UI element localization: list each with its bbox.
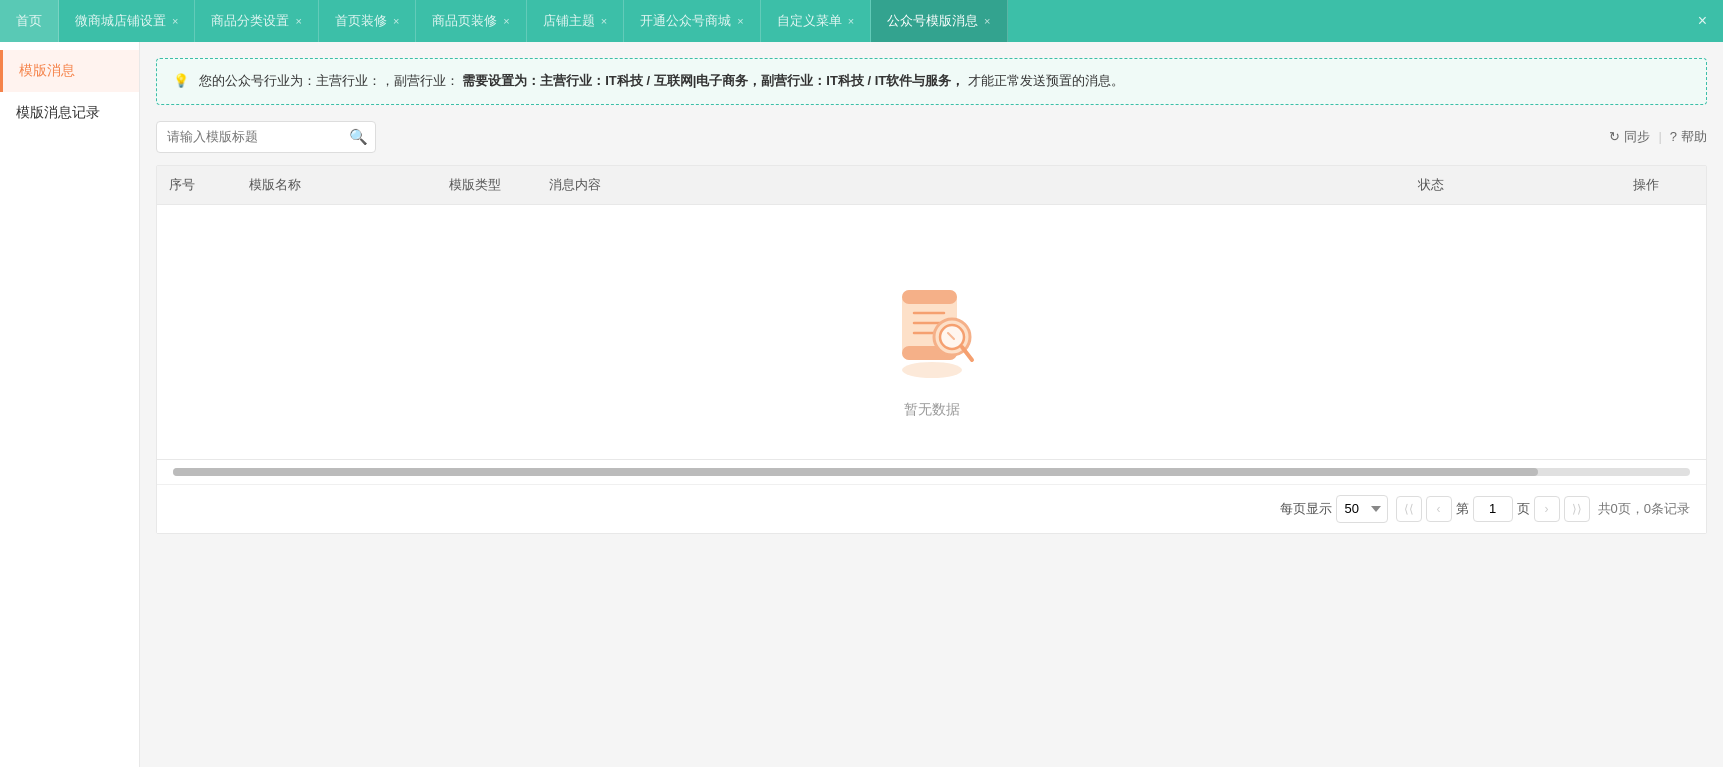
close-template-message-icon[interactable]: × (984, 15, 990, 27)
sync-icon: ↻ (1609, 129, 1620, 144)
notice-suffix-text: 才能正常发送预置的消息。 (968, 73, 1124, 88)
nav-tab-store-theme-label: 店铺主题 (543, 12, 595, 30)
nav-tab-product-decor[interactable]: 商品页装修 × (416, 0, 526, 42)
content-area: 💡 您的公众号行业为：主营行业：，副营行业： 需要设置为：主营行业：IT科技 /… (140, 42, 1723, 767)
th-status: 状态 (1406, 166, 1586, 204)
close-shop-settings-icon[interactable]: × (172, 15, 178, 27)
page-suffix-label: 页 (1517, 500, 1530, 518)
th-type: 模版类型 (437, 166, 537, 204)
close-category-settings-icon[interactable]: × (295, 15, 301, 27)
notice-highlight-text: 需要设置为：主营行业：IT科技 / 互联网|电子商务，副营行业：IT科技 / I… (462, 73, 964, 88)
divider: | (1658, 129, 1661, 144)
nav-tab-open-mall-label: 开通公众号商城 (640, 12, 731, 30)
prev-page-button[interactable]: ‹ (1426, 496, 1452, 522)
nav-tab-template-message-label: 公众号模版消息 (887, 12, 978, 30)
close-open-mall-icon[interactable]: × (737, 15, 743, 27)
notice-box: 💡 您的公众号行业为：主营行业：，副营行业： 需要设置为：主营行业：IT科技 /… (156, 58, 1707, 105)
sync-label: 同步 (1624, 128, 1650, 146)
nav-tab-open-mall[interactable]: 开通公众号商城 × (624, 0, 760, 42)
main-layout: 模版消息 模版消息记录 💡 您的公众号行业为：主营行业：，副营行业： 需要设置为… (0, 42, 1723, 767)
close-custom-menu-icon[interactable]: × (848, 15, 854, 27)
svg-point-0 (902, 362, 962, 378)
nav-tab-custom-menu-label: 自定义菜单 (777, 12, 842, 30)
search-input[interactable] (156, 121, 376, 153)
sidebar-item-template-message-log-label: 模版消息记录 (16, 104, 100, 120)
help-icon: ? (1670, 129, 1677, 144)
nav-tab-template-message[interactable]: 公众号模版消息 × (871, 0, 1007, 42)
nav-tab-home[interactable]: 首页 (0, 0, 59, 42)
close-product-decor-icon[interactable]: × (503, 15, 509, 27)
data-table: 序号 模版名称 模版类型 消息内容 状态 操作 (156, 165, 1707, 534)
page-size-dropdown[interactable]: 50 10 20 100 (1336, 495, 1388, 523)
nav-tab-homepage-decor-label: 首页装修 (335, 12, 387, 30)
nav-tab-shop-settings[interactable]: 微商城店铺设置 × (59, 0, 195, 42)
notice-prefix-text: 您的公众号行业为：主营行业：，副营行业： (199, 73, 459, 88)
nav-tab-custom-menu[interactable]: 自定义菜单 × (761, 0, 871, 42)
last-page-button[interactable]: ⟩⟩ (1564, 496, 1590, 522)
page-size-select: 每页显示 50 10 20 100 (1280, 495, 1388, 523)
close-store-theme-icon[interactable]: × (601, 15, 607, 27)
sidebar: 模版消息 模版消息记录 (0, 42, 140, 767)
scrollbar-thumb (173, 468, 1538, 476)
sync-button[interactable]: ↻ 同步 (1609, 128, 1650, 146)
nav-tab-product-decor-label: 商品页装修 (432, 12, 497, 30)
page-prefix-label: 第 (1456, 500, 1469, 518)
notice-icon: 💡 (173, 73, 189, 88)
next-page-button[interactable]: › (1534, 496, 1560, 522)
first-page-button[interactable]: ⟨⟨ (1396, 496, 1422, 522)
search-bar: 🔍 ↻ 同步 | ? 帮助 (156, 121, 1707, 153)
search-input-wrap: 🔍 (156, 121, 376, 153)
fake-scrollbar[interactable] (173, 468, 1690, 476)
page-nav: ⟨⟨ ‹ 第 页 › ⟩⟩ (1396, 496, 1590, 522)
sidebar-item-template-message-log[interactable]: 模版消息记录 (0, 92, 139, 134)
search-left: 🔍 (156, 121, 376, 153)
th-content: 消息内容 (537, 166, 1406, 204)
search-icon-button[interactable]: 🔍 (349, 128, 368, 146)
nav-tab-store-theme[interactable]: 店铺主题 × (527, 0, 624, 42)
close-all-button[interactable]: × (1682, 12, 1723, 30)
nav-tab-category-settings-label: 商品分类设置 (211, 12, 289, 30)
empty-illustration (872, 265, 992, 385)
help-button[interactable]: ? 帮助 (1670, 128, 1707, 146)
empty-text: 暂无数据 (904, 401, 960, 419)
nav-tab-category-settings[interactable]: 商品分类设置 × (195, 0, 318, 42)
nav-tab-home-label: 首页 (16, 12, 42, 30)
empty-state: 暂无数据 (157, 205, 1706, 459)
sidebar-item-template-message[interactable]: 模版消息 (0, 50, 139, 92)
help-label: 帮助 (1681, 128, 1707, 146)
scrollbar-area (157, 459, 1706, 484)
search-right: ↻ 同步 | ? 帮助 (1609, 128, 1707, 146)
top-nav: 首页 微商城店铺设置 × 商品分类设置 × 首页装修 × 商品页装修 × 店铺主… (0, 0, 1723, 42)
sidebar-item-template-message-label: 模版消息 (19, 62, 75, 78)
pagination: 每页显示 50 10 20 100 ⟨⟨ ‹ 第 页 › ⟩⟩ (157, 484, 1706, 533)
table-header: 序号 模版名称 模版类型 消息内容 状态 操作 (157, 166, 1706, 205)
svg-rect-2 (902, 290, 957, 304)
per-page-label: 每页显示 (1280, 500, 1332, 518)
page-number-input[interactable] (1473, 496, 1513, 522)
th-name: 模版名称 (237, 166, 437, 204)
close-homepage-decor-icon[interactable]: × (393, 15, 399, 27)
total-info: 共0页，0条记录 (1598, 500, 1690, 518)
nav-tab-shop-settings-label: 微商城店铺设置 (75, 12, 166, 30)
th-action: 操作 (1586, 166, 1706, 204)
nav-tab-homepage-decor[interactable]: 首页装修 × (319, 0, 416, 42)
th-seq: 序号 (157, 166, 237, 204)
